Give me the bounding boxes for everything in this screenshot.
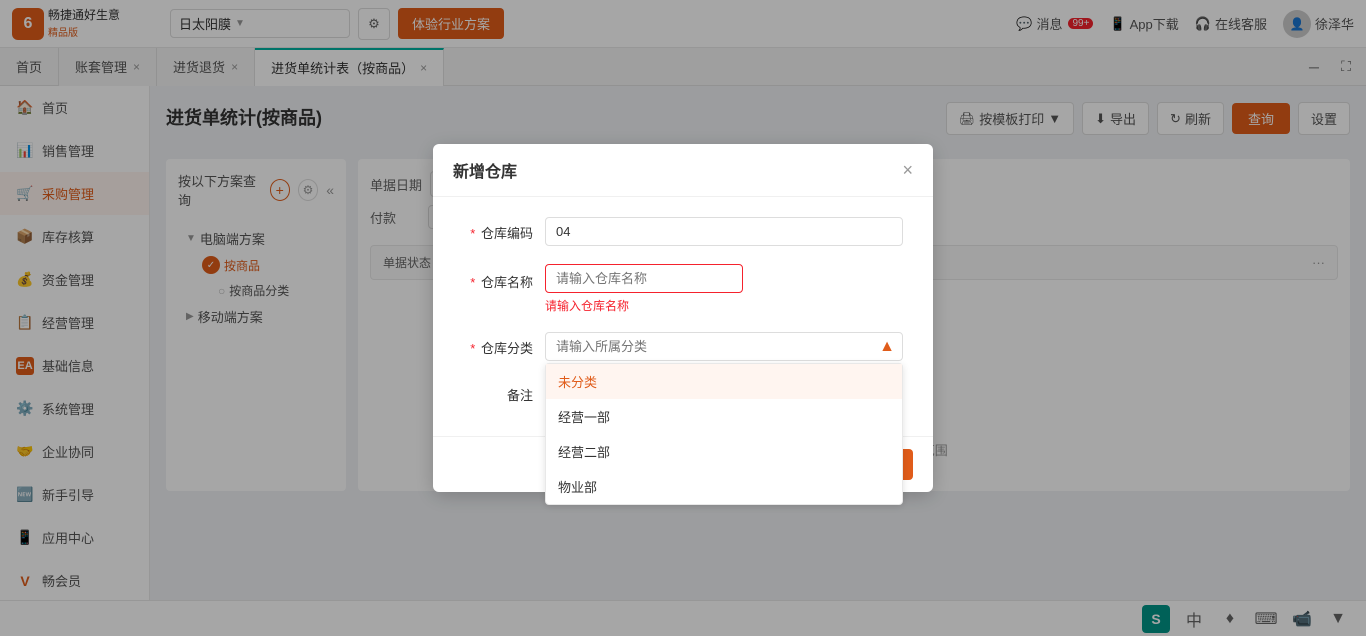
code-input[interactable] [545, 217, 903, 246]
category-dropdown-menu: 未分类 经营一部 经营二部 物业部 [545, 363, 903, 505]
dropdown-item-dept1[interactable]: 经营一部 [546, 399, 902, 434]
category-select-wrap: ▲ 未分类 经营一部 经营二部 物业部 [545, 332, 903, 361]
form-row-category: * 仓库分类 ▲ 未分类 经营一部 经营二部 物业部 [463, 332, 903, 361]
modal-header: 新增仓库 × [433, 144, 933, 197]
name-error-msg: 请输入仓库名称 [545, 299, 629, 313]
code-label: * 仓库编码 [463, 217, 533, 242]
form-row-name: * 仓库名称 请输入仓库名称 [463, 264, 903, 314]
modal-close-button[interactable]: × [902, 160, 913, 181]
category-dropdown-toggle[interactable]: ▲ [879, 338, 895, 356]
name-label: * 仓库名称 [463, 266, 533, 291]
modal-overlay: 新增仓库 × * 仓库编码 * 仓库名称 [0, 0, 1366, 636]
modal-body: * 仓库编码 * 仓库名称 请输入仓库名称 [433, 197, 933, 436]
modal-new-warehouse: 新增仓库 × * 仓库编码 * 仓库名称 [433, 144, 933, 492]
dropdown-item-dept2[interactable]: 经营二部 [546, 434, 902, 469]
modal-title: 新增仓库 [453, 158, 517, 182]
name-input[interactable] [545, 264, 743, 293]
dropdown-item-unclassified[interactable]: 未分类 [546, 364, 902, 399]
notes-label: 备注 [463, 379, 533, 404]
category-input[interactable] [545, 332, 903, 361]
form-row-code: * 仓库编码 [463, 217, 903, 246]
dropdown-item-dept3[interactable]: 物业部 [546, 469, 902, 504]
category-label: * 仓库分类 [463, 332, 533, 357]
